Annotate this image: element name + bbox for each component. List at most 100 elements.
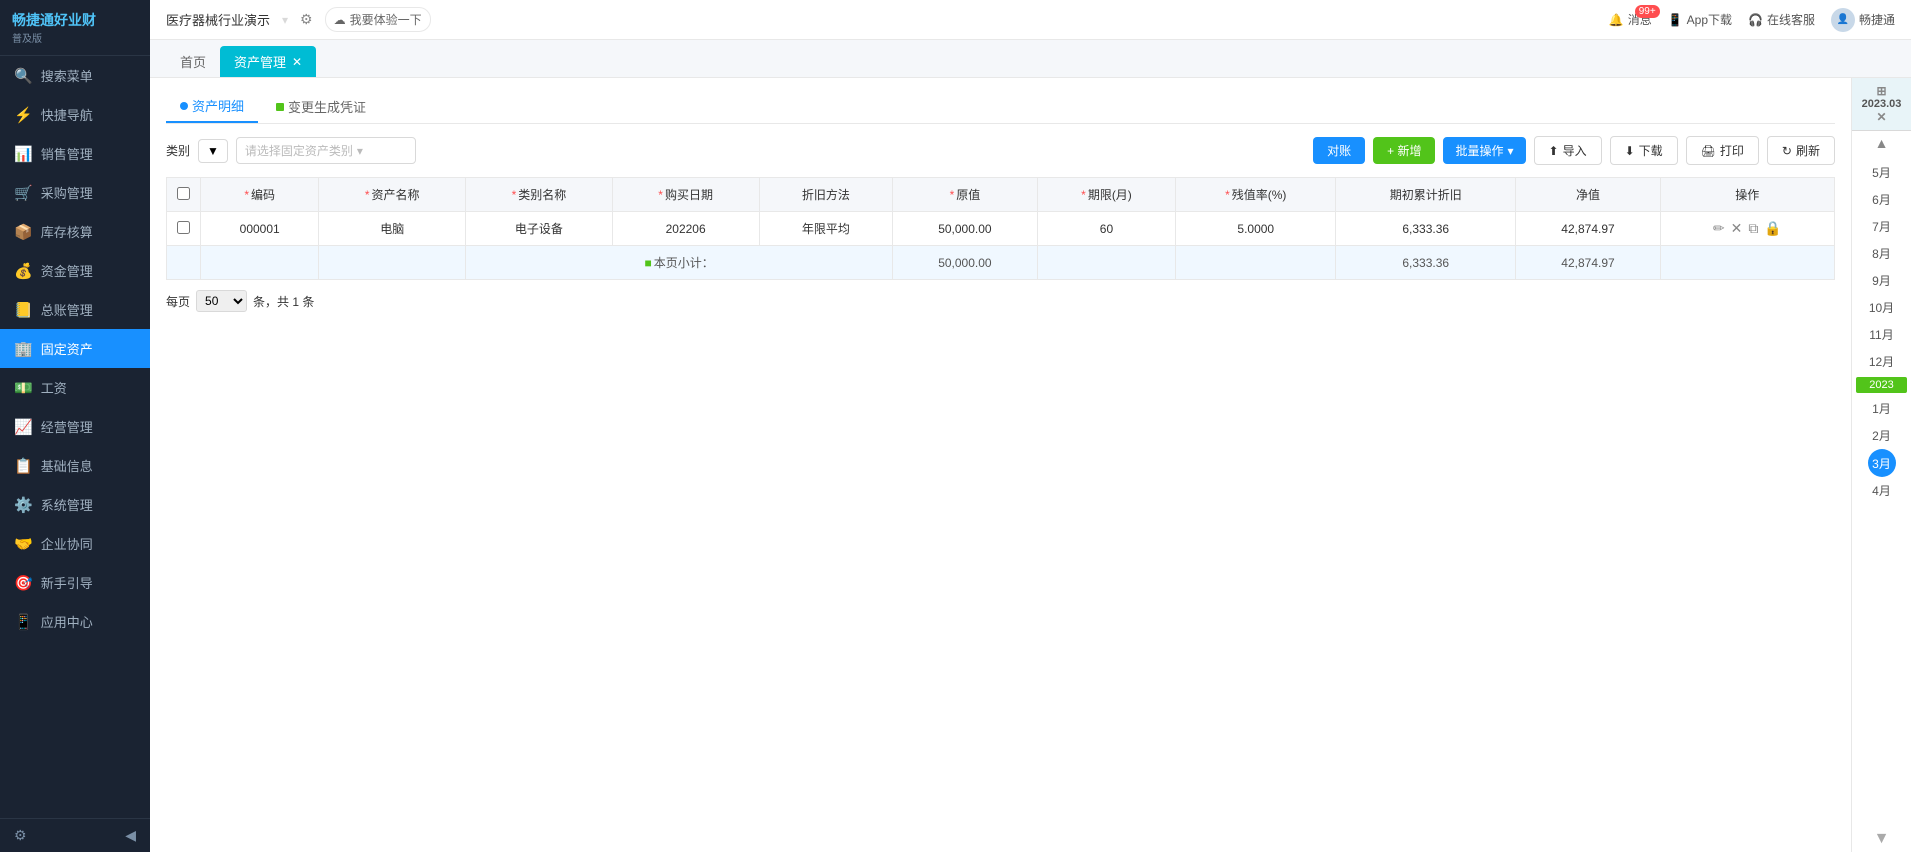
tab-home[interactable]: 首页 — [166, 46, 220, 77]
new-btn[interactable]: + 新增 — [1373, 137, 1435, 164]
sidebar-item-cooperation[interactable]: 🤝企业协同 — [0, 524, 150, 563]
sidebar-label-guide: 新手引导 — [41, 573, 93, 592]
sidebar-item-guide[interactable]: 🎯新手引导 — [0, 563, 150, 602]
month-item-10月[interactable]: 10月 — [1852, 294, 1911, 321]
subtotal-label: ■本页小计： — [466, 246, 893, 280]
month-item-8月[interactable]: 8月 — [1852, 240, 1911, 267]
sidebar-item-ledger[interactable]: 📒总账管理 — [0, 290, 150, 329]
th-period: *期限(月) — [1037, 178, 1176, 212]
cloud-icon: ☁ — [334, 13, 346, 27]
subtotal-empty-5 — [1176, 246, 1336, 280]
rp-bottom[interactable]: ▼ — [1852, 826, 1911, 852]
select-all-checkbox[interactable] — [177, 187, 190, 200]
app-download-btn[interactable]: 📱 App下载 — [1668, 11, 1732, 28]
tab-label-asset-management: 资产管理 — [234, 52, 286, 71]
month-item-12月[interactable]: 12月 — [1852, 348, 1911, 375]
td-code-0: 000001 — [201, 212, 319, 246]
asset-table: *编码 *资产名称 *类别名称 *购买日期 折旧方法 *原值 *期限(月) *残… — [166, 177, 1835, 280]
sidebar-label-ledger: 总账管理 — [41, 300, 93, 319]
sidebar-label-basic-info: 基础信息 — [41, 456, 93, 475]
sidebar-item-fund[interactable]: 💰资金管理 — [0, 251, 150, 290]
sidebar-item-basic-info[interactable]: 📋 基础信息 — [0, 446, 150, 485]
td-ops-0: ✏ ✕ ⧉ 🔒 — [1660, 212, 1834, 246]
filter-label: 类别 — [166, 142, 190, 159]
th-original: *原值 — [893, 178, 1037, 212]
year-badge: 2023 — [1856, 377, 1907, 393]
sidebar-item-quick-nav[interactable]: ⚡快捷导航 — [0, 95, 150, 134]
tab-bar: 首页资产管理 ✕ — [150, 40, 1911, 78]
td-dep-method-0: 年限平均 — [759, 212, 893, 246]
settings-btn[interactable]: ⚙ — [300, 11, 313, 28]
month-item-1月[interactable]: 1月 — [1852, 395, 1911, 422]
experience-label: 我要体验一下 — [350, 11, 422, 28]
row-checkbox-0[interactable] — [177, 221, 190, 234]
toolbar-left: 类别 ▼ 请选择固定资产类别 ▾ — [166, 137, 1305, 164]
category-filter-input[interactable]: 请选择固定资产类别 ▾ — [236, 137, 416, 164]
sidebar-item-search-menu[interactable]: 🔍搜索菜单 — [0, 56, 150, 95]
sidebar-item-fixed-assets[interactable]: 🏢固定资产 — [0, 329, 150, 368]
sub-tabs: 资产明细 变更生成凭证 — [166, 90, 1835, 124]
per-page-select[interactable]: 50 100 — [196, 290, 247, 312]
subtotal-net-value: 42,874.97 — [1516, 246, 1660, 280]
tab-asset-management[interactable]: 资产管理 ✕ — [220, 46, 316, 77]
content-area: 资产明细变更生成凭证 类别 ▼ 请选择固定资产类别 ▾ 对账 + 新增 批量操作 — [150, 78, 1911, 852]
sidebar-item-system[interactable]: ⚙️系统管理 — [0, 485, 150, 524]
delete-icon-0[interactable]: ✕ — [1731, 220, 1743, 237]
import-btn[interactable]: ⬆ 导入 — [1534, 136, 1602, 165]
month-item-6月[interactable]: 6月 — [1852, 186, 1911, 213]
operation-icon: 📈 — [14, 418, 33, 436]
reconcile-btn[interactable]: 对账 — [1313, 137, 1365, 164]
rp-header-expand[interactable]: ⊞ — [1876, 84, 1886, 98]
month-item-5月[interactable]: 5月 — [1852, 159, 1911, 186]
month-item-11月[interactable]: 11月 — [1852, 321, 1911, 348]
user-area[interactable]: 👤 畅捷通 — [1831, 8, 1895, 32]
sidebar-item-sales[interactable]: 📊销售管理 — [0, 134, 150, 173]
bell-icon: 🔔 — [1609, 13, 1624, 27]
collapse-icon[interactable]: ◀ — [125, 827, 136, 844]
th-net-value: 净值 — [1516, 178, 1660, 212]
settings-icon[interactable]: ⚙ — [14, 827, 27, 844]
refresh-btn[interactable]: ↻ 刷新 — [1767, 136, 1835, 165]
copy-icon-0[interactable]: ⧉ — [1748, 220, 1758, 237]
th-category: *类别名称 — [466, 178, 613, 212]
rp-nav-up[interactable]: ▲ — [1852, 131, 1911, 155]
per-page-label: 每页 — [166, 293, 190, 310]
notification-btn[interactable]: 🔔 消息 99+ — [1609, 11, 1652, 28]
sidebar-item-inventory[interactable]: 📦库存核算 — [0, 212, 150, 251]
month-item-9月[interactable]: 9月 — [1852, 267, 1911, 294]
header-row: *编码 *资产名称 *类别名称 *购买日期 折旧方法 *原值 *期限(月) *残… — [167, 178, 1835, 212]
sub-tab-change-voucher[interactable]: 变更生成凭证 — [262, 90, 380, 123]
logo-area: 畅捷通好业财 普及版 — [0, 0, 150, 56]
total-label: 条，共 1 条 — [253, 293, 314, 310]
sidebar: 畅捷通好业财 普及版 🔍搜索菜单⚡快捷导航📊销售管理🛒采购管理📦库存核算💰资金管… — [0, 0, 150, 852]
sidebar-item-purchase[interactable]: 🛒采购管理 — [0, 173, 150, 212]
month-item-2月[interactable]: 2月 — [1852, 422, 1911, 449]
lock-icon-0[interactable]: 🔒 — [1764, 220, 1781, 237]
td-original-0: 50,000.00 — [893, 212, 1037, 246]
th-code: *编码 — [201, 178, 319, 212]
month-item-4月[interactable]: 4月 — [1852, 477, 1911, 504]
asset-table-wrapper: *编码 *资产名称 *类别名称 *购买日期 折旧方法 *原值 *期限(月) *残… — [166, 177, 1835, 280]
online-service-btn[interactable]: 🎧 在线客服 — [1748, 11, 1815, 28]
experience-btn[interactable]: ☁ 我要体验一下 — [325, 7, 431, 32]
td-period-0: 60 — [1037, 212, 1176, 246]
category-filter-select[interactable]: ▼ — [198, 139, 228, 163]
sidebar-item-payroll[interactable]: 💵工资 — [0, 368, 150, 407]
rp-close-btn[interactable]: ✕ — [1876, 110, 1886, 124]
batch-ops-btn[interactable]: 批量操作 ▾ — [1443, 137, 1525, 164]
table-header: *编码 *资产名称 *类别名称 *购买日期 折旧方法 *原值 *期限(月) *残… — [167, 178, 1835, 212]
basic-info-icon: 📋 — [14, 457, 33, 475]
print-btn[interactable]: 🖨 打印 — [1686, 136, 1759, 165]
headset-icon: 🎧 — [1748, 13, 1763, 27]
month-item-7月[interactable]: 7月 — [1852, 213, 1911, 240]
sub-tab-asset-detail[interactable]: 资产明细 — [166, 90, 258, 123]
month-item-3月[interactable]: 3月 — [1868, 449, 1896, 477]
sidebar-item-app-center[interactable]: 📱应用中心 — [0, 602, 150, 641]
td-checkbox-0 — [167, 212, 201, 246]
sub-tab-label-change-voucher: 变更生成凭证 — [288, 97, 366, 116]
edit-icon-0[interactable]: ✏ — [1713, 220, 1725, 237]
tab-close-asset-management[interactable]: ✕ — [292, 55, 302, 69]
sidebar-item-operation[interactable]: 📈经营管理 — [0, 407, 150, 446]
th-residual-rate: *残值率(%) — [1176, 178, 1336, 212]
download-btn[interactable]: ⬇ 下载 — [1610, 136, 1678, 165]
